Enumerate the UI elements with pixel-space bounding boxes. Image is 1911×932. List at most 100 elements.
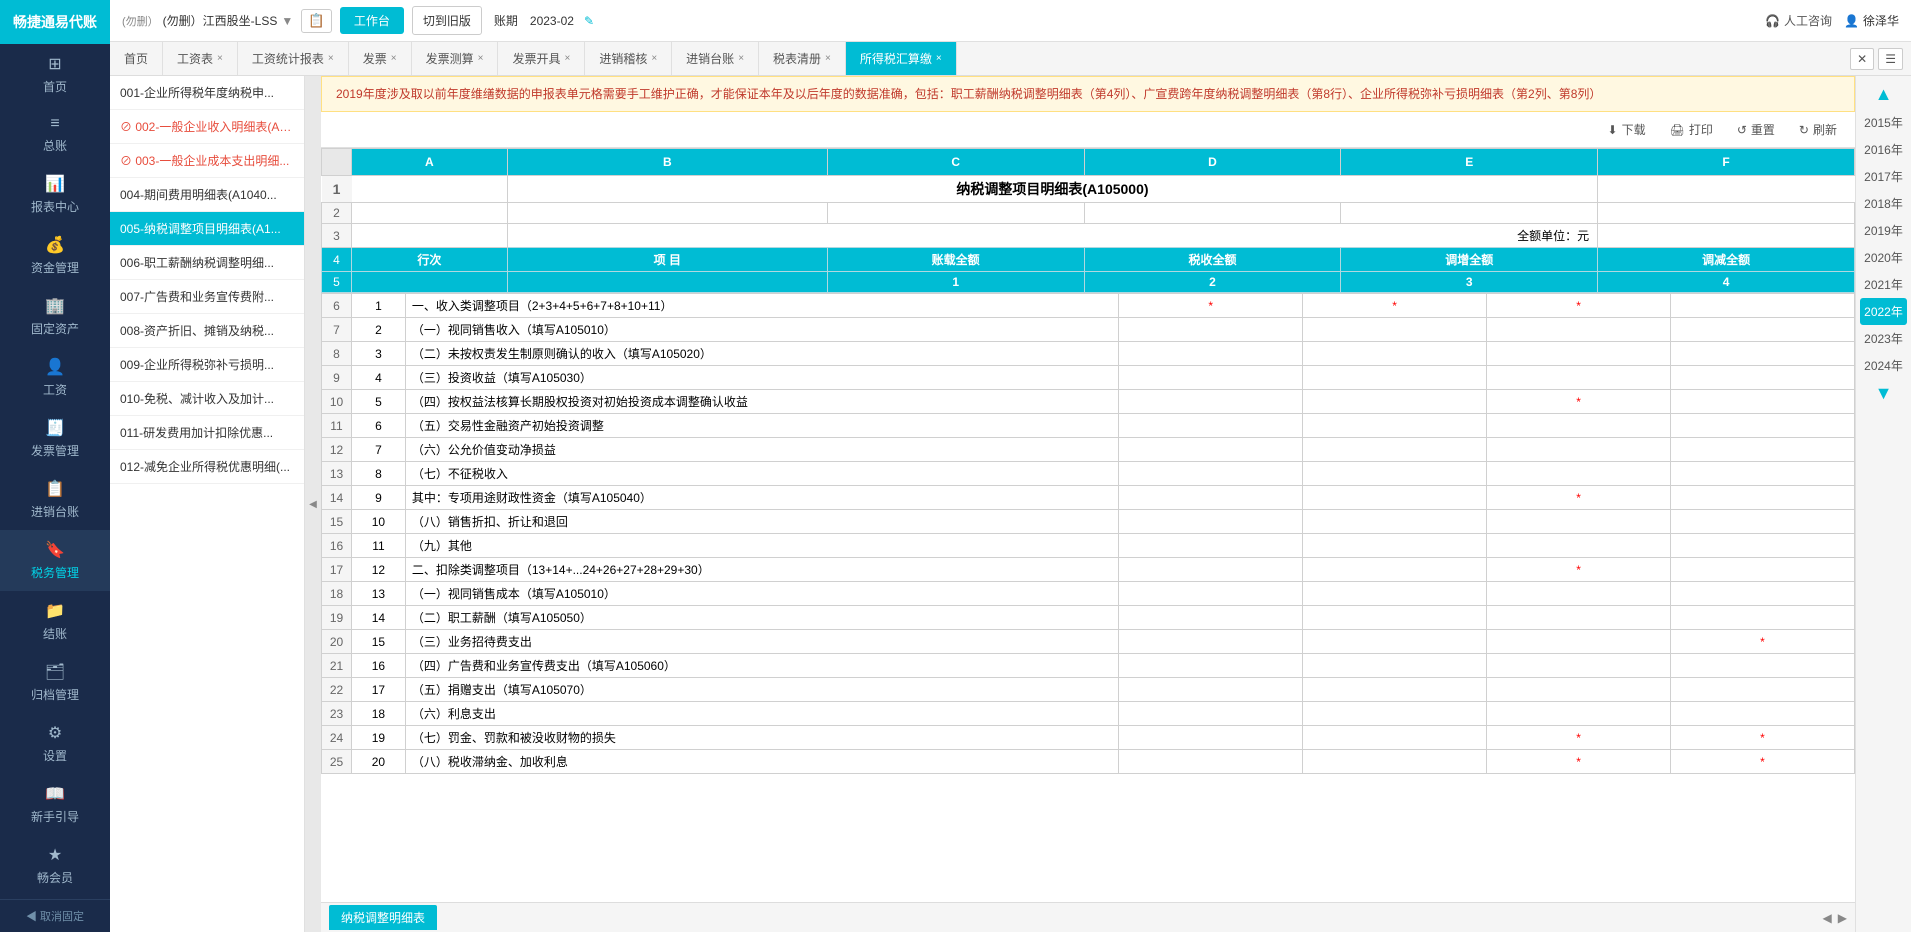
download-button[interactable]: ⬇ 下载: [1602, 118, 1652, 141]
row-col3-value[interactable]: [1487, 654, 1671, 678]
table-row[interactable]: 2520（八）税收滞纳金、加收利息**: [322, 750, 1855, 774]
row-col1-value[interactable]: [1119, 342, 1303, 366]
left-panel-item-008[interactable]: 008-资产折旧、摊销及纳税...: [110, 314, 304, 348]
row-col1-value[interactable]: [1119, 414, 1303, 438]
row-col1-value[interactable]: [1119, 534, 1303, 558]
row-col3-value[interactable]: [1487, 438, 1671, 462]
tab-发票开具[interactable]: 发票开具×: [498, 42, 585, 75]
tab-close-1[interactable]: ×: [217, 53, 223, 64]
sidebar-item-设置[interactable]: ⚙设置: [0, 713, 110, 774]
row-col2-value[interactable]: [1303, 342, 1487, 366]
row-col4-value[interactable]: *: [1671, 750, 1855, 774]
left-panel-item-003[interactable]: ⊘ 003-一般企业成本支出明细...: [110, 144, 304, 178]
left-panel-item-009[interactable]: 009-企业所得税弥补亏损明...: [110, 348, 304, 382]
year-item-2020年[interactable]: 2020年: [1860, 244, 1907, 271]
refresh-button[interactable]: ↻ 刷新: [1793, 118, 1843, 141]
year-item-2021年[interactable]: 2021年: [1860, 271, 1907, 298]
table-row[interactable]: 72（一）视同销售收入（填写A105010）: [322, 318, 1855, 342]
table-row[interactable]: 1813（一）视同销售成本（填写A105010）: [322, 582, 1855, 606]
row-col4-value[interactable]: [1671, 702, 1855, 726]
sidebar-item-结账[interactable]: 📁结账: [0, 591, 110, 652]
tab-发票测算[interactable]: 发票测算×: [412, 42, 499, 75]
row-col1-value[interactable]: [1119, 390, 1303, 414]
left-panel-item-012[interactable]: 012-减免企业所得税优惠明细(...: [110, 450, 304, 484]
row-col3-value[interactable]: *: [1487, 750, 1671, 774]
table-row[interactable]: 2318（六）利息支出: [322, 702, 1855, 726]
row-col3-value[interactable]: [1487, 606, 1671, 630]
row-col4-value[interactable]: [1671, 558, 1855, 582]
row-col1-value[interactable]: [1119, 750, 1303, 774]
row-col4-value[interactable]: [1671, 414, 1855, 438]
sidebar-item-报表中心[interactable]: 📊报表中心: [0, 164, 110, 225]
tab-首页[interactable]: 首页: [110, 42, 163, 75]
tab-进销稽核[interactable]: 进销稽核×: [585, 42, 672, 75]
row-col4-value[interactable]: [1671, 510, 1855, 534]
row-col4-value[interactable]: [1671, 678, 1855, 702]
table-row[interactable]: 61一、收入类调整项目（2+3+4+5+6+7+8+10+11）***: [322, 294, 1855, 318]
table-row[interactable]: 94（三）投资收益（填写A105030）: [322, 366, 1855, 390]
row-col4-value[interactable]: [1671, 462, 1855, 486]
row-col4-value[interactable]: [1671, 534, 1855, 558]
sidebar-item-畅会员[interactable]: ★畅会员: [0, 835, 110, 896]
year-item-2015年[interactable]: 2015年: [1860, 109, 1907, 136]
row-col2-value[interactable]: [1303, 366, 1487, 390]
table-row[interactable]: 1712二、扣除类调整项目（13+14+...24+26+27+28+29+30…: [322, 558, 1855, 582]
sidebar-item-固定资产[interactable]: 🏢固定资产: [0, 286, 110, 347]
table-row[interactable]: 149 其中：专项用途财政性资金（填写A105040）*: [322, 486, 1855, 510]
tab-menu-button[interactable]: ☰: [1878, 48, 1903, 70]
scroll-left-icon[interactable]: ◀: [1823, 911, 1832, 925]
table-row[interactable]: 2116（四）广告费和业务宣传费支出（填写A105060）: [322, 654, 1855, 678]
table-row[interactable]: 138（七）不征税收入: [322, 462, 1855, 486]
workspace-button[interactable]: 工作台: [340, 7, 404, 34]
print-button[interactable]: 🖨 打印: [1664, 118, 1719, 141]
row-col2-value[interactable]: [1303, 414, 1487, 438]
year-item-2017年[interactable]: 2017年: [1860, 163, 1907, 190]
row-col4-value[interactable]: [1671, 654, 1855, 678]
row-col4-value[interactable]: [1671, 486, 1855, 510]
row-col1-value[interactable]: [1119, 726, 1303, 750]
sidebar-item-进销台账[interactable]: 📋进销台账: [0, 469, 110, 530]
row-col2-value[interactable]: [1303, 462, 1487, 486]
table-row[interactable]: 116（五）交易性金融资产初始投资调整: [322, 414, 1855, 438]
row-col2-value[interactable]: [1303, 438, 1487, 462]
tab-close-2[interactable]: ×: [328, 53, 334, 64]
year-item-2023年[interactable]: 2023年: [1860, 325, 1907, 352]
row-col2-value[interactable]: [1303, 486, 1487, 510]
sidebar-item-首页[interactable]: ⊞首页: [0, 44, 110, 105]
table-row[interactable]: 2419（七）罚金、罚款和被没收财物的损失**: [322, 726, 1855, 750]
table-row[interactable]: 105（四）按权益法核算长期股权投资对初始投资成本调整确认收益*: [322, 390, 1855, 414]
row-col4-value[interactable]: [1671, 606, 1855, 630]
row-col2-value[interactable]: [1303, 654, 1487, 678]
sidebar-item-新手引导[interactable]: 📖新手引导: [0, 774, 110, 835]
sidebar-item-工资[interactable]: 👤工资: [0, 347, 110, 408]
row-col2-value[interactable]: [1303, 534, 1487, 558]
old-version-button[interactable]: 切到旧版: [412, 6, 482, 35]
row-col4-value[interactable]: *: [1671, 630, 1855, 654]
row-col3-value[interactable]: [1487, 318, 1671, 342]
row-col2-value[interactable]: [1303, 318, 1487, 342]
row-col1-value[interactable]: [1119, 606, 1303, 630]
left-panel-item-001[interactable]: 001-企业所得税年度纳税申...: [110, 76, 304, 110]
tab-所得税汇算缴[interactable]: 所得税汇算缴×: [846, 42, 957, 75]
left-panel-item-007[interactable]: 007-广告费和业务宣传费附...: [110, 280, 304, 314]
row-col1-value[interactable]: [1119, 702, 1303, 726]
year-up-arrow[interactable]: ▲: [1871, 80, 1897, 109]
tab-close-8[interactable]: ×: [825, 53, 831, 64]
row-col1-value[interactable]: [1119, 486, 1303, 510]
row-col2-value[interactable]: [1303, 678, 1487, 702]
customer-service-button[interactable]: 🎧 人工咨询: [1765, 12, 1832, 29]
tab-close-4[interactable]: ×: [478, 53, 484, 64]
tab-close-3[interactable]: ×: [391, 53, 397, 64]
row-col4-value[interactable]: [1671, 294, 1855, 318]
table-row[interactable]: 1510（八）销售折扣、折让和退回: [322, 510, 1855, 534]
row-col2-value[interactable]: [1303, 750, 1487, 774]
row-col3-value[interactable]: [1487, 510, 1671, 534]
row-col1-value[interactable]: [1119, 462, 1303, 486]
sidebar-item-发票管理[interactable]: 🧾发票管理: [0, 408, 110, 469]
row-col4-value[interactable]: *: [1671, 726, 1855, 750]
sidebar-item-资金管理[interactable]: 💰资金管理: [0, 225, 110, 286]
row-col1-value[interactable]: [1119, 582, 1303, 606]
sidebar-unpin-button[interactable]: ◀ 取消固定: [0, 899, 110, 932]
left-panel-item-010[interactable]: 010-免税、减计收入及加计...: [110, 382, 304, 416]
row-col2-value[interactable]: [1303, 558, 1487, 582]
